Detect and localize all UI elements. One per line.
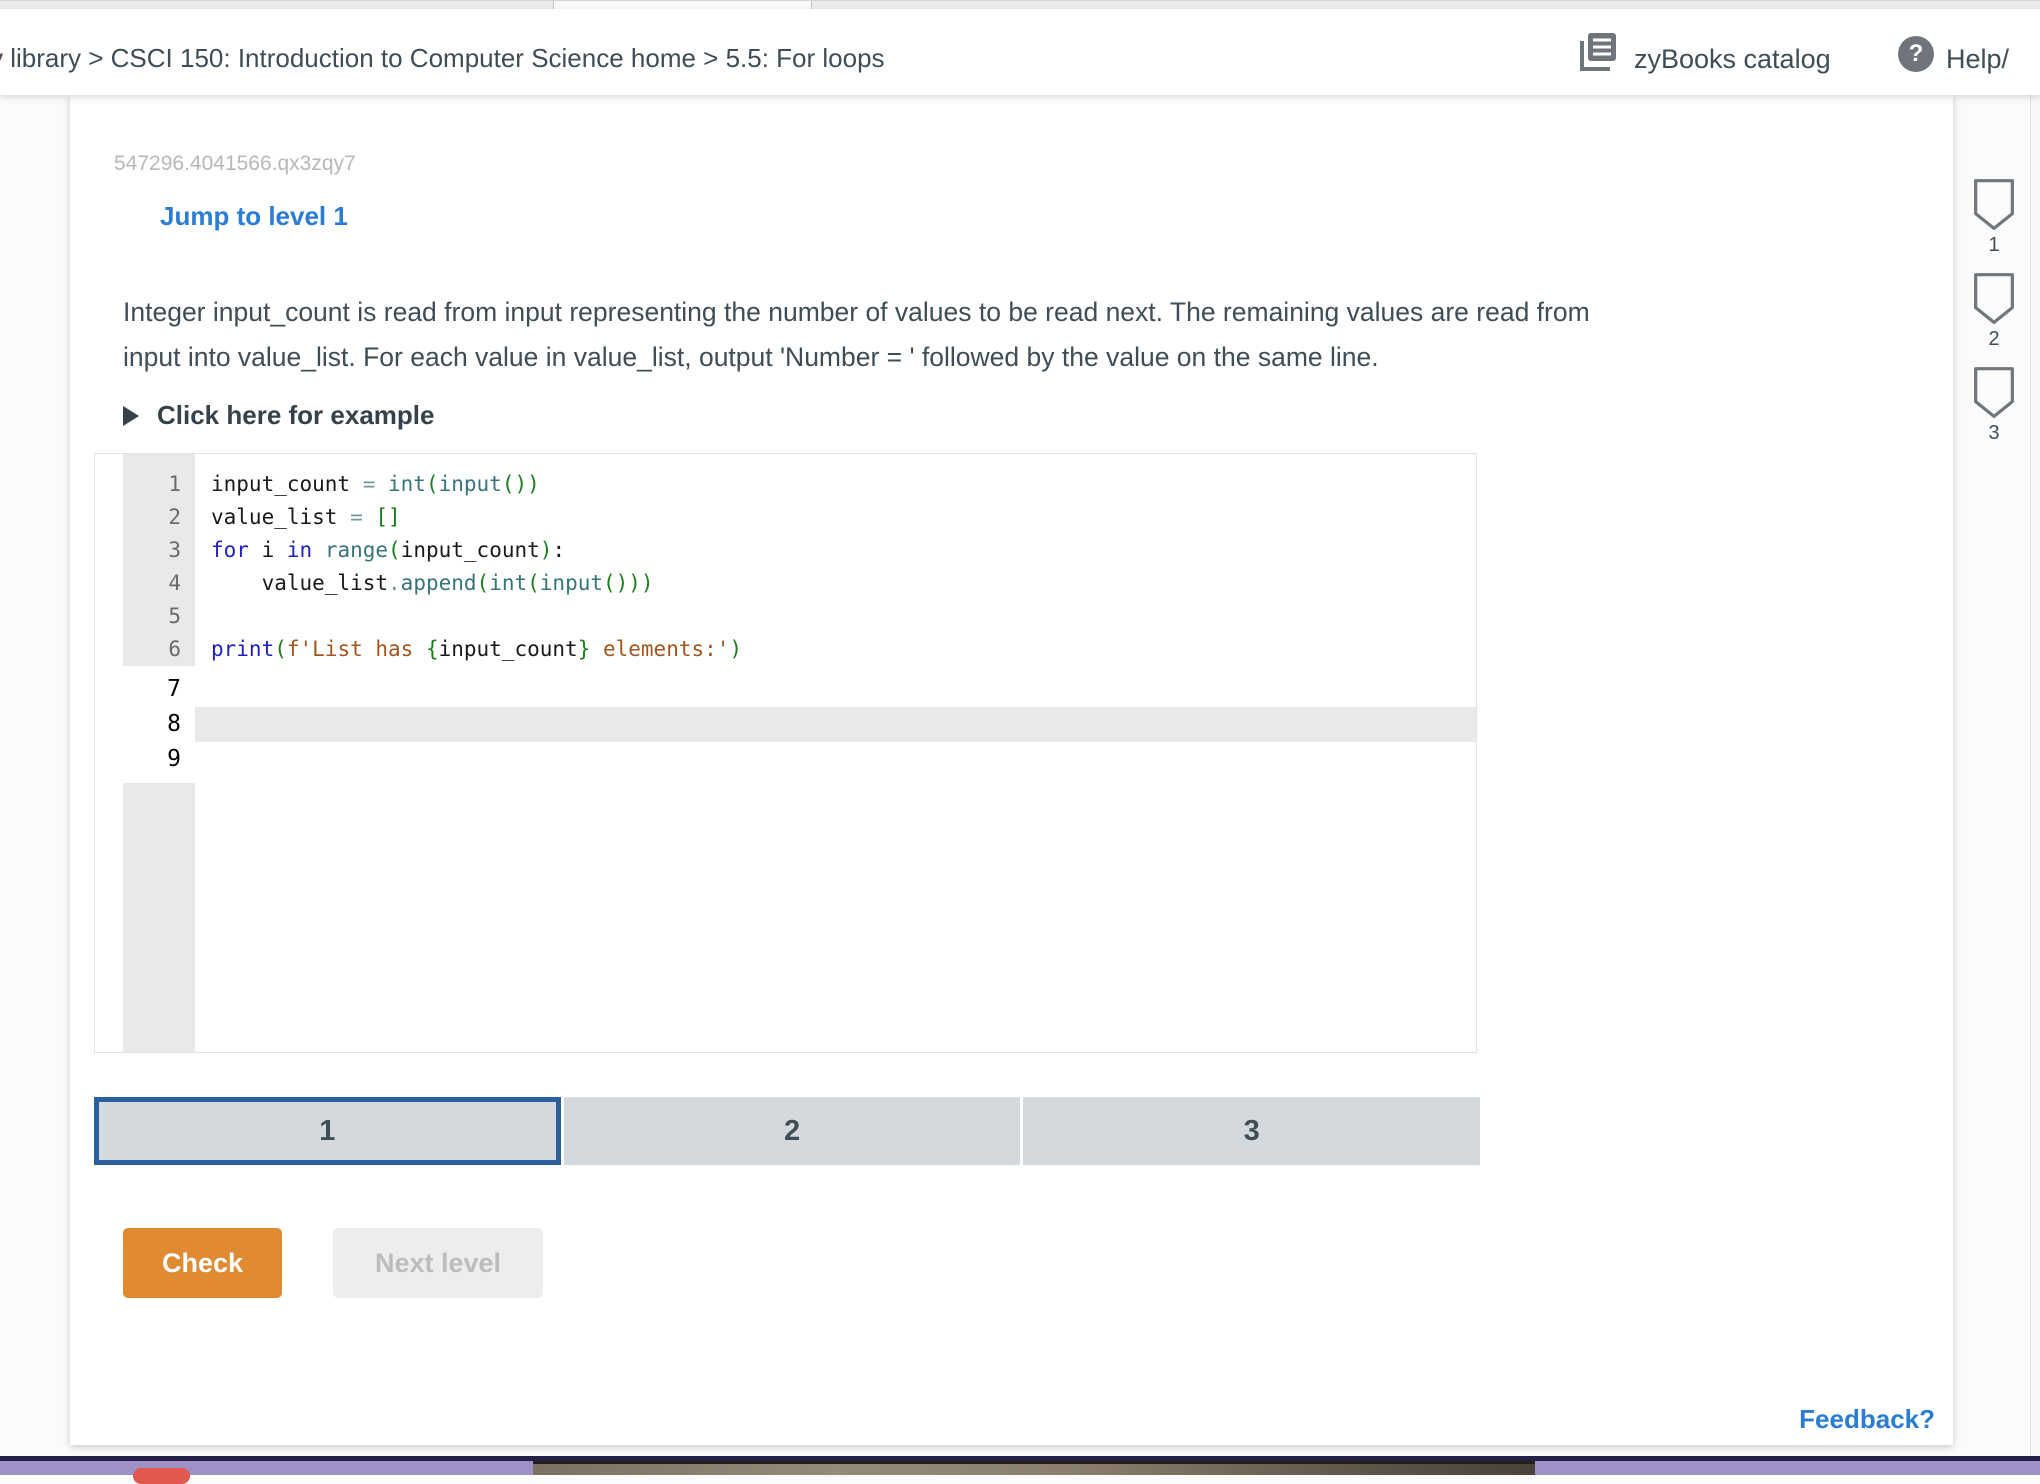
dock-red-pill	[133, 1468, 190, 1484]
editor-section-readonly: 1 input_count = int(input()) 2 value_list =…	[95, 454, 1476, 666]
line-number: 6	[168, 637, 181, 661]
level-tab-1[interactable]: 1	[94, 1097, 561, 1165]
jump-to-level-link[interactable]: Jump to level 1	[160, 201, 348, 232]
code-text: for i in range(input_count):	[211, 538, 566, 562]
level-tab-2[interactable]: 2	[563, 1097, 1021, 1165]
line-number: 1	[168, 472, 181, 496]
dock-window-edge	[533, 1461, 1535, 1475]
code-line-4: 4 value_list.append(int(input()))	[95, 567, 1476, 600]
problem-description: Integer input_count is read from input r…	[123, 290, 1590, 380]
code-line-3: 3 for i in range(input_count):	[95, 534, 1476, 567]
catalog-icon[interactable]	[1576, 31, 1620, 78]
code-text: value_list = []	[211, 505, 401, 529]
code-text: input_count = int(input())	[211, 472, 540, 496]
line-number: 3	[168, 538, 181, 562]
level-tab-3[interactable]: 3	[1023, 1097, 1481, 1165]
activity-id: 547296.4041566.qx3zqy7	[114, 152, 356, 175]
header-bar: y library > CSCI 150: Introduction to Co…	[0, 9, 2040, 95]
example-toggle[interactable]: Click here for example	[123, 400, 434, 431]
level-tabs: 123	[94, 1097, 1481, 1165]
active-line-highlight	[195, 707, 1476, 742]
example-toggle-label: Click here for example	[157, 400, 435, 430]
bookmark-icon	[1974, 367, 2014, 418]
code-line-6: 6 print(f'List has {input_count} elements…	[95, 633, 1476, 666]
level-marker-1[interactable]: 1	[1966, 177, 2022, 257]
browser-tab-strip-segment	[553, 1, 812, 9]
problem-description-line1: Integer input_count is read from input r…	[123, 297, 1590, 327]
marker-label: 3	[1988, 422, 2000, 444]
marker-label: 2	[1988, 328, 2000, 350]
line-number: 7	[167, 676, 181, 702]
feedback-link[interactable]: Feedback?	[1799, 1404, 1935, 1435]
code-text: value_list.append(int(input()))	[211, 571, 654, 595]
level-marker-3[interactable]: 3	[1966, 365, 2022, 445]
code-line-1: 1 input_count = int(input())	[95, 468, 1476, 501]
code-line-7[interactable]: 7	[95, 672, 1476, 707]
triangle-right-icon	[123, 405, 139, 426]
level-markers-rail: 1 2 3	[1966, 177, 2022, 445]
line-number: 2	[168, 505, 181, 529]
problem-description-line2: input into value_list. For each value in…	[123, 342, 1379, 372]
activity-card: 547296.4041566.qx3zqy7 Jump to level 1 I…	[70, 95, 1953, 1445]
next-level-button[interactable]: Next level	[333, 1228, 543, 1298]
code-line-9[interactable]: 9	[95, 742, 1476, 777]
code-text: print(f'List has {input_count} elements:…	[211, 637, 743, 661]
marker-label: 1	[1988, 234, 2000, 256]
check-button[interactable]: Check	[123, 1228, 282, 1298]
breadcrumb[interactable]: y library > CSCI 150: Introduction to Co…	[0, 43, 885, 74]
bookmark-icon	[1974, 179, 2014, 230]
editor-section-editable[interactable]: 7 8 9	[95, 666, 1476, 783]
page: { "header": { "breadcrumb": "y library >…	[0, 0, 2040, 1484]
line-number: 9	[167, 746, 181, 772]
bookmark-icon	[1974, 273, 2014, 324]
scrollbar[interactable]	[2030, 95, 2040, 1456]
line-number: 8	[167, 711, 181, 737]
code-line-2: 2 value_list = []	[95, 501, 1476, 534]
catalog-link[interactable]: zyBooks catalog	[1634, 44, 1831, 75]
line-number: 5	[168, 604, 181, 628]
editor-gutter	[123, 783, 195, 1052]
code-line-8[interactable]: 8	[95, 707, 1476, 742]
line-number: 4	[168, 571, 181, 595]
bottom-desktop-bar	[0, 1461, 2040, 1484]
help-link[interactable]: Help/	[1946, 44, 2009, 75]
code-line-5: 5	[95, 600, 1476, 633]
action-buttons: Check Next level	[123, 1228, 543, 1298]
help-icon[interactable]: ?	[1898, 36, 1934, 72]
code-editor[interactable]: 1 input_count = int(input()) 2 value_list =…	[94, 453, 1477, 1053]
editor-section-filler	[95, 783, 1476, 1052]
level-marker-2[interactable]: 2	[1966, 271, 2022, 351]
